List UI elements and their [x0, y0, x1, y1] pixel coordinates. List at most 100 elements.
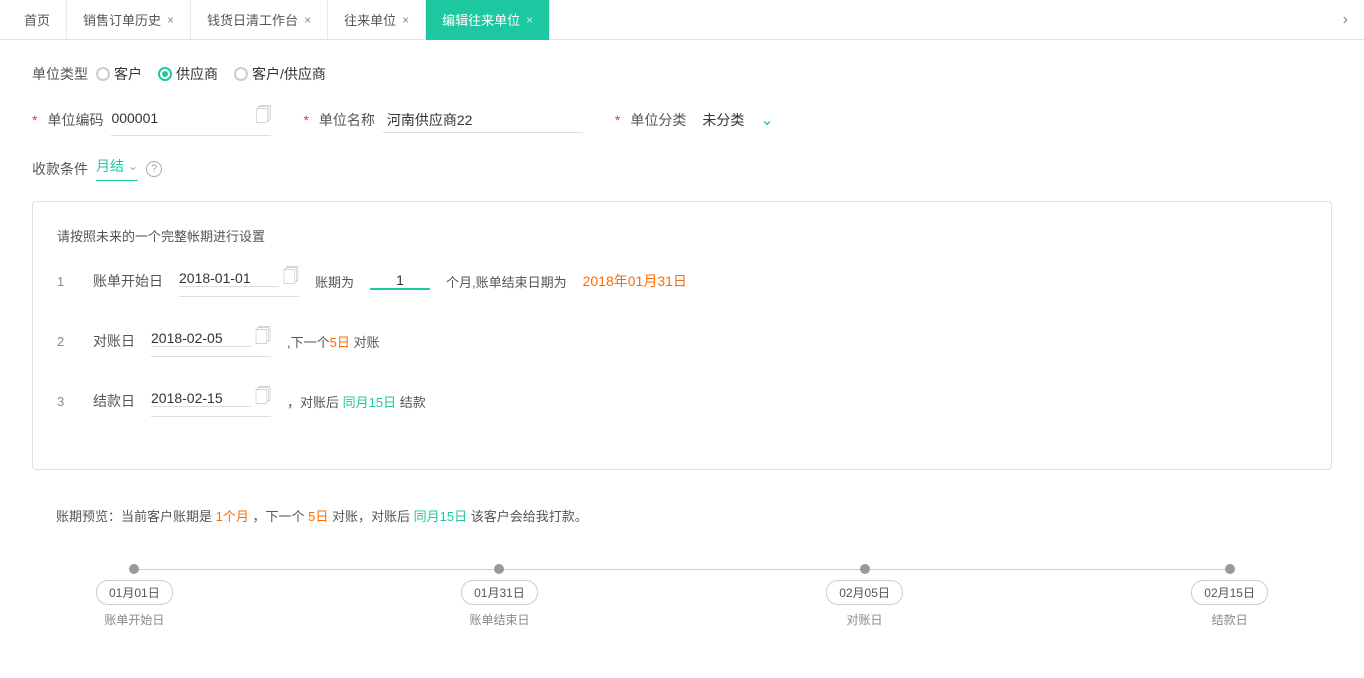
payment-terms-select[interactable]: 月结 ⌄	[96, 156, 138, 181]
tab-cash-work-label: 钱货日清工作台	[207, 10, 298, 29]
row-1-suffix: 个月,账单结束日期为	[446, 272, 567, 291]
unit-category-label: 单位分类	[630, 110, 686, 130]
tab-sales-history-label: 销售订单历史	[83, 10, 161, 29]
row-field-label-3: 结款日	[93, 391, 135, 411]
start-date-input-wrapper: 🗍	[179, 265, 299, 297]
row-3-highlight: 同月15日	[343, 395, 396, 410]
radio-supplier-circle	[158, 67, 172, 81]
preview-next-day: 5日	[308, 509, 328, 524]
months-input[interactable]	[370, 272, 430, 290]
radio-customer-supplier-label: 客户/供应商	[252, 64, 326, 84]
reconcile-date-input-wrapper: 🗍	[151, 325, 271, 357]
unit-name-input[interactable]	[383, 108, 583, 133]
unit-type-group: 单位类型 客户 供应商 客户/供应商	[32, 64, 326, 84]
radio-customer-label: 客户	[114, 64, 142, 84]
payment-date-input[interactable]	[151, 390, 251, 407]
payment-terms-chevron[interactable]: ⌄	[128, 159, 138, 173]
radio-customer[interactable]: 客户	[96, 64, 142, 84]
payment-date-cal-icon[interactable]: 🗍	[255, 385, 271, 412]
tab-more-button[interactable]: ›	[1335, 11, 1356, 29]
preview-text: 账期预览：当前客户账期是 1个月 ，下一个 5日 对账，对账后 同月15日 该客…	[56, 506, 1308, 525]
settings-row-2: 2 对账日 🗍 ,下一个5日 对账	[57, 325, 1307, 357]
preview-prefix: 账期预览：当前客户账期是	[56, 509, 212, 524]
tab-home-label: 首页	[24, 10, 50, 29]
tab-home[interactable]: 首页	[8, 0, 67, 40]
row-1-prefix: 账期为	[315, 272, 354, 291]
main-content: 单位类型 客户 供应商 客户/供应商 * 单位编码	[0, 40, 1364, 678]
unit-code-icon[interactable]: 🗍	[255, 104, 271, 131]
timeline-point-2: 01月31日 账单结束日	[461, 559, 538, 628]
timeline-date-4: 02月15日	[1191, 580, 1268, 605]
unit-name-label: 单位名称	[319, 110, 375, 130]
payment-terms-label: 收款条件	[32, 159, 88, 179]
timeline-label-3: 对账日	[847, 611, 883, 628]
radio-customer-supplier[interactable]: 客户/供应商	[234, 64, 326, 84]
start-date-input[interactable]	[179, 270, 279, 287]
help-icon[interactable]: ?	[146, 161, 162, 177]
timeline-dot-3	[860, 564, 870, 574]
payment-terms-row: 收款条件 月结 ⌄ ?	[32, 156, 1332, 181]
unit-category-dropdown[interactable]: ⌄	[760, 110, 773, 130]
row-2-desc: ,下一个5日 对账	[287, 332, 379, 351]
settings-row-3: 3 结款日 🗍 ，对账后 同月15日 结款	[57, 385, 1307, 417]
settings-box: 请按照未来的一个完整帐期进行设置 1 账单开始日 🗍 账期为 个月,账单结束日期…	[32, 201, 1332, 470]
unit-code-group: * 单位编码 🗍	[32, 104, 271, 136]
timeline-dot-2	[494, 564, 504, 574]
unit-name-star: *	[303, 112, 308, 128]
row-num-3: 3	[57, 394, 77, 409]
unit-type-label: 单位类型	[32, 64, 88, 84]
timeline-date-1: 01月01日	[96, 580, 173, 605]
tab-partner-close[interactable]: ×	[402, 13, 409, 27]
tab-cash-work[interactable]: 钱货日清工作台 ×	[191, 0, 328, 40]
unit-info-row: * 单位编码 🗍 * 单位名称 * 单位分类 未分类 ⌄	[32, 104, 1332, 136]
row-field-label-2: 对账日	[93, 331, 135, 351]
unit-name-group: * 单位名称	[303, 108, 582, 133]
preview-sep1: ，下一个	[253, 509, 305, 524]
tab-edit-partner[interactable]: 编辑往来单位 ×	[426, 0, 550, 40]
timeline-dot-4	[1225, 564, 1235, 574]
tab-cash-work-close[interactable]: ×	[304, 13, 311, 27]
timeline-points: 01月01日 账单开始日 01月31日 账单结束日 02月05日 对账日 02月…	[96, 559, 1268, 628]
row-num-2: 2	[57, 334, 77, 349]
row-2-highlight: 5日	[330, 335, 350, 350]
radio-customer-supplier-circle	[234, 67, 248, 81]
tab-partner[interactable]: 往来单位 ×	[328, 0, 426, 40]
unit-code-input[interactable]	[111, 110, 251, 126]
unit-category-group: * 单位分类 未分类 ⌄	[615, 110, 774, 130]
start-date-cal-icon[interactable]: 🗍	[283, 265, 299, 292]
timeline-container: 01月01日 账单开始日 01月31日 账单结束日 02月05日 对账日 02月…	[56, 549, 1308, 638]
row-field-label-1: 账单开始日	[93, 271, 163, 291]
radio-supplier[interactable]: 供应商	[158, 64, 218, 84]
timeline-point-3: 02月05日 对账日	[826, 559, 903, 628]
reconcile-date-cal-icon[interactable]: 🗍	[255, 325, 271, 352]
row-num-1: 1	[57, 274, 77, 289]
timeline-dot-1	[129, 564, 139, 574]
timeline-date-3: 02月05日	[826, 580, 903, 605]
reconcile-date-input[interactable]	[151, 330, 251, 347]
preview-suffix: 该客户会给我打款。	[471, 509, 588, 524]
timeline-point-4: 02月15日 结款日	[1191, 559, 1268, 628]
preview-pay-day: 同月15日	[414, 509, 467, 524]
preview-months: 1个月	[216, 509, 249, 524]
radio-group: 客户 供应商 客户/供应商	[96, 64, 326, 84]
row-3-desc: ，对账后 同月15日 结款	[287, 392, 426, 411]
unit-code-star: *	[32, 112, 37, 128]
tab-sales-history[interactable]: 销售订单历史 ×	[67, 0, 191, 40]
end-date-highlight: 2018年01月31日	[583, 271, 687, 291]
radio-customer-circle	[96, 67, 110, 81]
preview-section: 账期预览：当前客户账期是 1个月 ，下一个 5日 对账，对账后 同月15日 该客…	[32, 490, 1332, 654]
timeline-label-4: 结款日	[1212, 611, 1248, 628]
unit-code-label: 单位编码	[47, 110, 103, 130]
payment-terms-value: 月结	[96, 156, 124, 176]
tab-sales-history-close[interactable]: ×	[167, 13, 174, 27]
timeline-point-1: 01月01日 账单开始日	[96, 559, 173, 628]
payment-terms-group: 收款条件 月结 ⌄ ?	[32, 156, 162, 181]
timeline-label-2: 账单结束日	[469, 611, 529, 628]
payment-date-input-wrapper: 🗍	[151, 385, 271, 417]
settings-title: 请按照未来的一个完整帐期进行设置	[57, 226, 1307, 245]
preview-sep2: 对账，对账后	[332, 509, 410, 524]
tab-partner-label: 往来单位	[344, 10, 396, 29]
tab-bar: 首页 销售订单历史 × 钱货日清工作台 × 往来单位 × 编辑往来单位 × ›	[0, 0, 1364, 40]
tab-edit-partner-close[interactable]: ×	[526, 13, 533, 27]
settings-row-1: 1 账单开始日 🗍 账期为 个月,账单结束日期为 2018年01月31日	[57, 265, 1307, 297]
